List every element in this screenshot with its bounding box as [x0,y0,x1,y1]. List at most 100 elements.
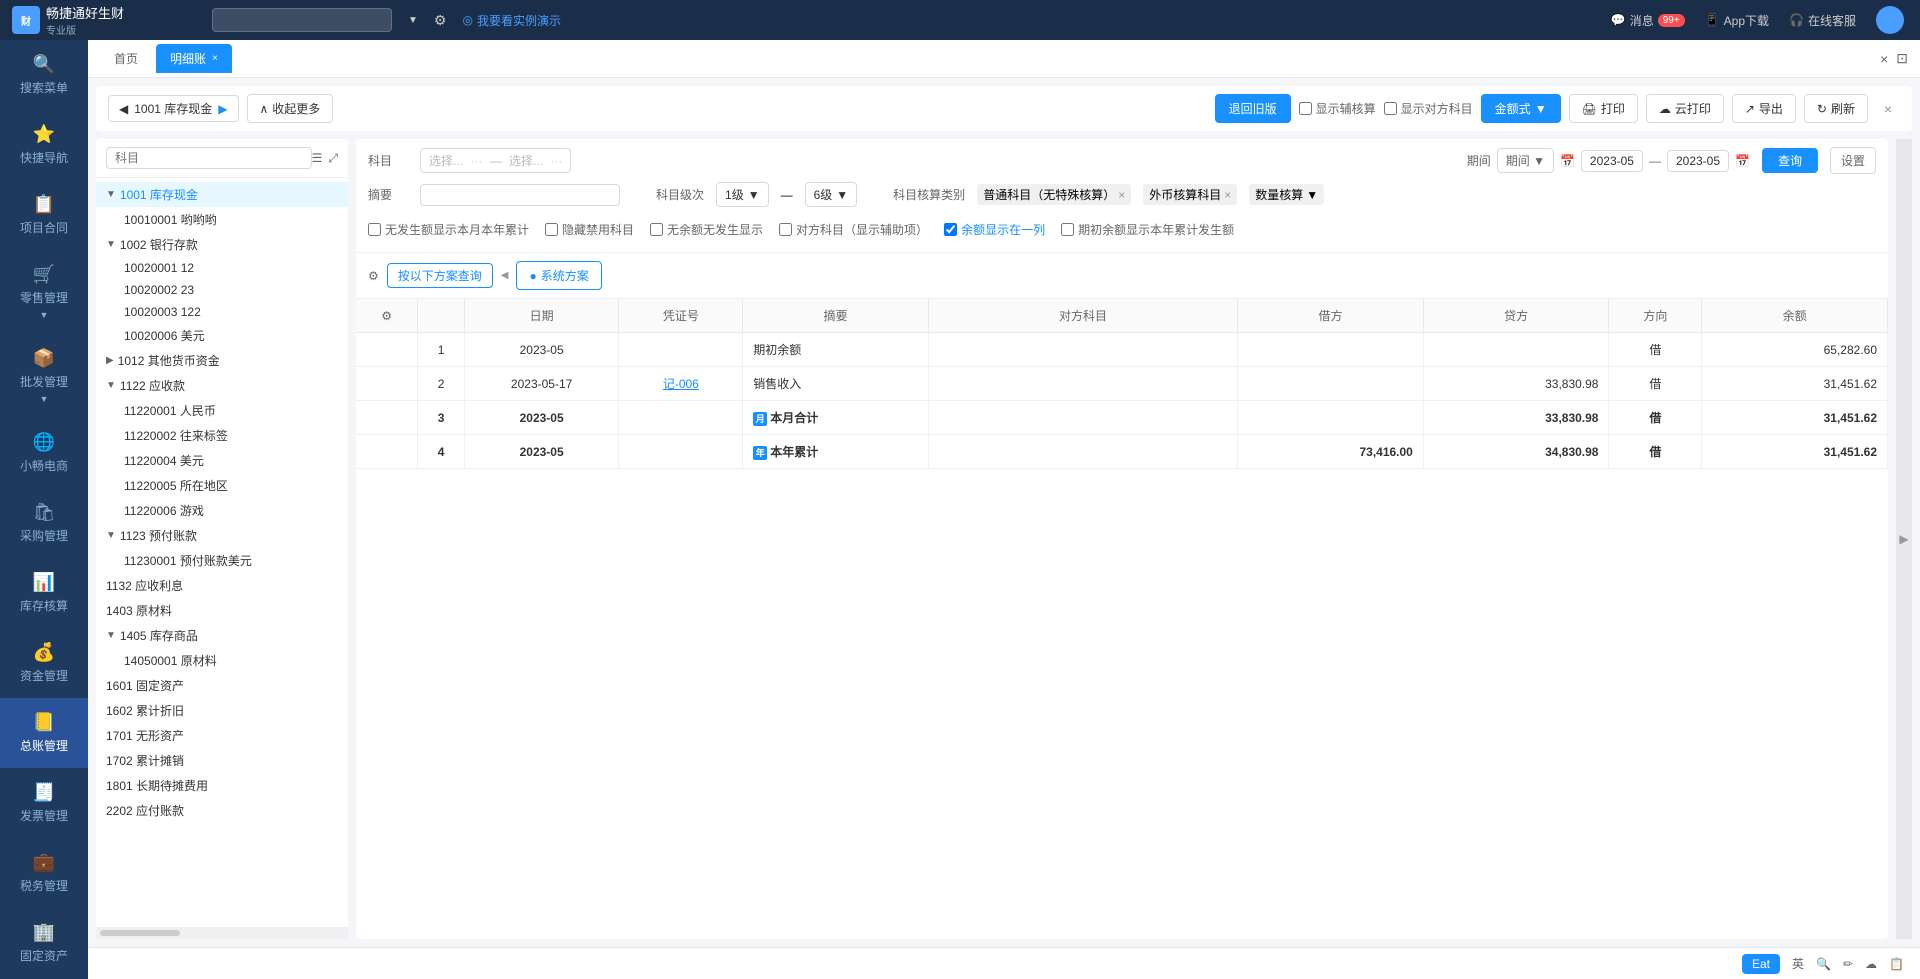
tree-item-1701[interactable]: 1701 无形资产 [96,723,348,748]
cb-no-balance2-check[interactable] [650,223,663,236]
level-from-select[interactable]: 1级 ▼ [716,182,769,207]
tree-item-10020003[interactable]: 10020003 122 [96,301,348,323]
tree-item-1602[interactable]: 1602 累计折旧 [96,698,348,723]
table-settings-icon[interactable]: ⚙ [381,309,392,323]
tree-item-10010001[interactable]: 10010001 哟哟哟 [96,207,348,232]
expand-tree-icon[interactable]: ⤢ [328,151,338,166]
tree-item-11220006[interactable]: 11220006 游戏 [96,498,348,523]
tree-arrow-1002[interactable]: ▼ [106,239,116,250]
online-service-btn[interactable]: 🎧 在线客服 [1789,12,1856,29]
cb-opening[interactable]: 期初余额显示本年累计发生额 [1061,221,1234,238]
bottom-eat-btn[interactable]: Eat [1742,954,1780,974]
sidebar-item-search[interactable]: 🔍 搜索菜单 [0,40,88,110]
cb-hide-disabled[interactable]: 隐藏禁用科目 [545,221,634,238]
bottom-cloud-item[interactable]: ☁ [1865,957,1877,971]
amount-mode-btn[interactable]: 金额式 ▼ [1481,94,1561,123]
sidebar-item-quicknav[interactable]: ⭐ 快捷导航 [0,110,88,180]
th-settings[interactable]: ⚙ [356,299,418,333]
period-cal-icon[interactable]: 📅 [1560,154,1575,168]
bottom-edit-item[interactable]: ✏ [1843,957,1853,971]
show-aux-checkbox[interactable]: 显示辅核算 [1299,100,1376,117]
bottom-clipboard-item[interactable]: 📋 [1889,957,1904,971]
summary-filter-input[interactable] [420,184,620,206]
expand-more-btn[interactable]: ∧ 收起更多 [247,94,334,123]
tag-foreign-close[interactable]: × [1224,188,1231,202]
td-voucher-2[interactable]: 记-006 [619,367,743,401]
right-collapse-handle[interactable]: ▶ [1896,139,1912,939]
cb-contra-check[interactable] [779,223,792,236]
tab-close-icon[interactable]: × [212,53,218,64]
tree-item-1002[interactable]: ▼ 1002 银行存款 [96,232,348,257]
tree-item-10020002[interactable]: 10020002 23 [96,279,348,301]
tree-arrow-1012[interactable]: ▶ [106,355,114,366]
query-scheme-icon[interactable]: ⚙ [368,269,379,283]
tree-item-1702[interactable]: 1702 累计摊销 [96,748,348,773]
back-old-version-btn[interactable]: 退回旧版 [1215,94,1291,123]
tree-arrow-1122[interactable]: ▼ [106,380,116,391]
bottom-search-item[interactable]: 🔍 [1816,957,1831,971]
tree-horizontal-scrollbar[interactable] [96,927,348,939]
show-contra-checkbox[interactable]: 显示对方科目 [1384,100,1473,117]
refresh-btn[interactable]: ↻ 刷新 [1804,94,1868,123]
tree-item-1012[interactable]: ▶ 1012 其他货币资金 [96,348,348,373]
close-panel-btn[interactable]: × [1876,97,1900,121]
cb-balance-col-check[interactable] [944,223,957,236]
demo-link[interactable]: ◎ 我要看实例演示 [462,12,561,29]
tree-item-11230001[interactable]: 11230001 预付账款美元 [96,548,348,573]
tree-item-1601[interactable]: 1601 固定资产 [96,673,348,698]
period-end[interactable]: 2023-05 [1667,150,1729,172]
search-dropdown-icon[interactable]: ▼ [408,15,418,26]
cb-no-balance2[interactable]: 无余额无发生显示 [650,221,763,238]
tree-item-11220002[interactable]: 11220002 往来标签 [96,423,348,448]
sidebar-item-ecommerce[interactable]: 🌐 小畅电商 [0,418,88,488]
show-contra-check[interactable] [1384,102,1397,115]
period-mode-dropdown[interactable]: 期间 ▼ [1497,148,1554,173]
query-btn[interactable]: 查询 [1762,148,1818,173]
sidebar-item-capital[interactable]: 💰 资金管理 [0,628,88,698]
tree-item-2202[interactable]: 2202 应付账款 [96,798,348,823]
subject-selector[interactable]: ◀ 1001 库存现金 ▶ [108,95,239,122]
tree-item-11220004[interactable]: 11220004 美元 [96,448,348,473]
sidebar-item-purchase[interactable]: 🛍 采购管理 [0,488,88,558]
app-download-btn[interactable]: 📱 App下载 [1705,12,1769,29]
tree-item-1122[interactable]: ▼ 1122 应收款 [96,373,348,398]
list-view-icon[interactable]: ☰ [312,151,323,166]
top-search-input[interactable] [212,8,392,32]
tree-item-1405[interactable]: ▼ 1405 库存商品 [96,623,348,648]
tree-item-11220001[interactable]: 11220001 人民币 [96,398,348,423]
tree-item-1123[interactable]: ▼ 1123 预付账款 [96,523,348,548]
tree-search-input[interactable] [106,147,312,169]
tree-arrow-1123[interactable]: ▼ [106,530,116,541]
subject-filter-input[interactable]: 选择... ··· — 选择... ··· [420,148,571,173]
cloud-print-btn[interactable]: ☁ 云打印 [1646,94,1724,123]
system-scheme-btn[interactable]: ● 系统方案 [516,261,601,290]
cb-no-balance-check[interactable] [368,223,381,236]
sidebar-item-assets[interactable]: 🏢 固定资产 [0,908,88,978]
message-btn[interactable]: 💬 消息 99+ [1611,12,1685,29]
tree-item-10020006[interactable]: 10020006 美元 [96,323,348,348]
tab-detail[interactable]: 明细账 × [156,44,232,73]
period-end-cal-icon[interactable]: 📅 [1735,154,1750,168]
cb-opening-check[interactable] [1061,223,1074,236]
window-close-btn[interactable]: × [1880,51,1888,67]
top-settings-icon[interactable]: ⚙ [434,12,447,29]
tree-item-11220005[interactable]: 11220005 所在地区 [96,473,348,498]
cb-no-balance[interactable]: 无发生额显示本月本年累计 [368,221,529,238]
sidebar-item-wholesale[interactable]: 📦 批发管理 ▼ [0,334,88,418]
tag-normal-close[interactable]: × [1118,188,1125,202]
bottom-lang-item[interactable]: 英 [1792,955,1804,972]
show-aux-check[interactable] [1299,102,1312,115]
window-maximize-btn[interactable]: ⊡ [1896,50,1908,67]
sidebar-item-project[interactable]: 📋 项目合同 [0,180,88,250]
export-btn[interactable]: ↗ 导出 [1732,94,1796,123]
sidebar-item-invoice[interactable]: 🧾 发票管理 [0,768,88,838]
filter-settings-btn[interactable]: 设置 [1830,147,1876,174]
tree-arrow-1405[interactable]: ▼ [106,630,116,641]
sidebar-item-inventory[interactable]: 📊 库存核算 [0,558,88,628]
cb-hide-disabled-check[interactable] [545,223,558,236]
tree-item-1801[interactable]: 1801 长期待摊费用 [96,773,348,798]
level-to-select[interactable]: 6级 ▼ [805,182,858,207]
tag-quantity-dropdown-icon[interactable]: ▼ [1306,188,1318,202]
tree-arrow-1001[interactable]: ▼ [106,189,116,200]
tree-item-1403[interactable]: 1403 原材料 [96,598,348,623]
